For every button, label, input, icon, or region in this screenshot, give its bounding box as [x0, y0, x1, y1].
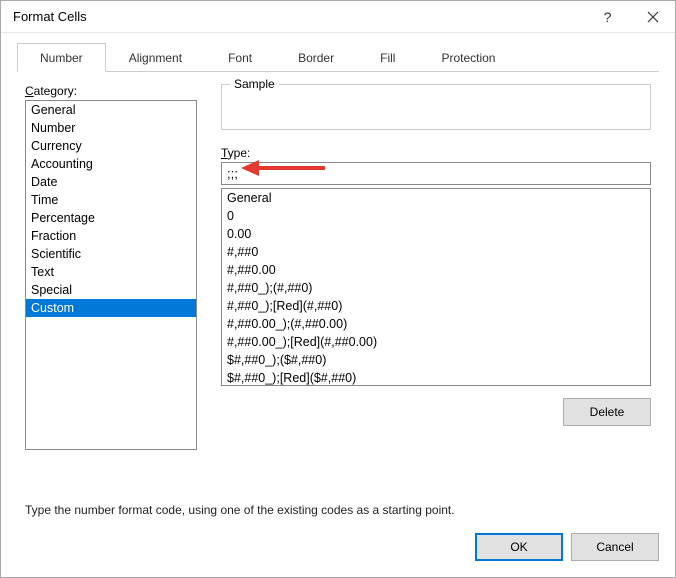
category-listbox[interactable]: GeneralNumberCurrencyAccountingDateTimeP…: [25, 100, 197, 450]
hint-text: Type the number format code, using one o…: [25, 503, 651, 517]
list-item[interactable]: Date: [26, 173, 196, 191]
list-item[interactable]: $#,##0_);($#,##0): [222, 351, 650, 369]
list-item[interactable]: Percentage: [26, 209, 196, 227]
list-item[interactable]: #,##0.00_);(#,##0.00): [222, 315, 650, 333]
list-item[interactable]: Text: [26, 263, 196, 281]
close-button[interactable]: [630, 1, 675, 33]
list-item[interactable]: Special: [26, 281, 196, 299]
dialog-title: Format Cells: [13, 9, 585, 24]
tab-protection[interactable]: Protection: [418, 43, 518, 72]
list-item[interactable]: #,##0_);(#,##0): [222, 279, 650, 297]
cancel-button[interactable]: Cancel: [571, 533, 659, 561]
format-cells-dialog: Format Cells ? NumberAlignmentFontBorder…: [0, 0, 676, 578]
tab-fill[interactable]: Fill: [357, 43, 418, 72]
list-item[interactable]: 0.00: [222, 225, 650, 243]
tab-number[interactable]: Number: [17, 43, 106, 72]
list-item[interactable]: Time: [26, 191, 196, 209]
list-item[interactable]: #,##0.00: [222, 261, 650, 279]
titlebar: Format Cells ?: [1, 1, 675, 33]
type-input[interactable]: [221, 162, 651, 185]
dialog-footer: OK Cancel: [1, 517, 675, 577]
list-item[interactable]: 0: [222, 207, 650, 225]
list-item[interactable]: Custom: [26, 299, 196, 317]
delete-button[interactable]: Delete: [563, 398, 651, 426]
ok-button[interactable]: OK: [475, 533, 563, 561]
tab-border[interactable]: Border: [275, 43, 357, 72]
list-item[interactable]: Accounting: [26, 155, 196, 173]
list-item[interactable]: #,##0: [222, 243, 650, 261]
sample-frame: Sample: [221, 84, 651, 130]
list-item[interactable]: #,##0_);[Red](#,##0): [222, 297, 650, 315]
list-item[interactable]: General: [26, 101, 196, 119]
list-item[interactable]: #,##0.00_);[Red](#,##0.00): [222, 333, 650, 351]
dialog-content: NumberAlignmentFontBorderFillProtection …: [1, 33, 675, 517]
list-item[interactable]: Number: [26, 119, 196, 137]
tab-alignment[interactable]: Alignment: [106, 43, 205, 72]
list-item[interactable]: $#,##0_);[Red]($#,##0): [222, 369, 650, 386]
list-item[interactable]: Currency: [26, 137, 196, 155]
type-listbox[interactable]: General00.00#,##0#,##0.00#,##0_);(#,##0)…: [221, 188, 651, 386]
category-label: Category:: [25, 84, 197, 98]
tabstrip: NumberAlignmentFontBorderFillProtection: [17, 43, 659, 72]
list-item[interactable]: General: [222, 189, 650, 207]
sample-label: Sample: [230, 77, 279, 91]
type-label: Type:: [221, 146, 651, 160]
list-item[interactable]: Fraction: [26, 227, 196, 245]
help-button[interactable]: ?: [585, 1, 630, 33]
tab-font[interactable]: Font: [205, 43, 275, 72]
list-item[interactable]: Scientific: [26, 245, 196, 263]
tabpanel-number: Category: GeneralNumberCurrencyAccountin…: [17, 72, 659, 517]
close-icon: [647, 11, 659, 23]
